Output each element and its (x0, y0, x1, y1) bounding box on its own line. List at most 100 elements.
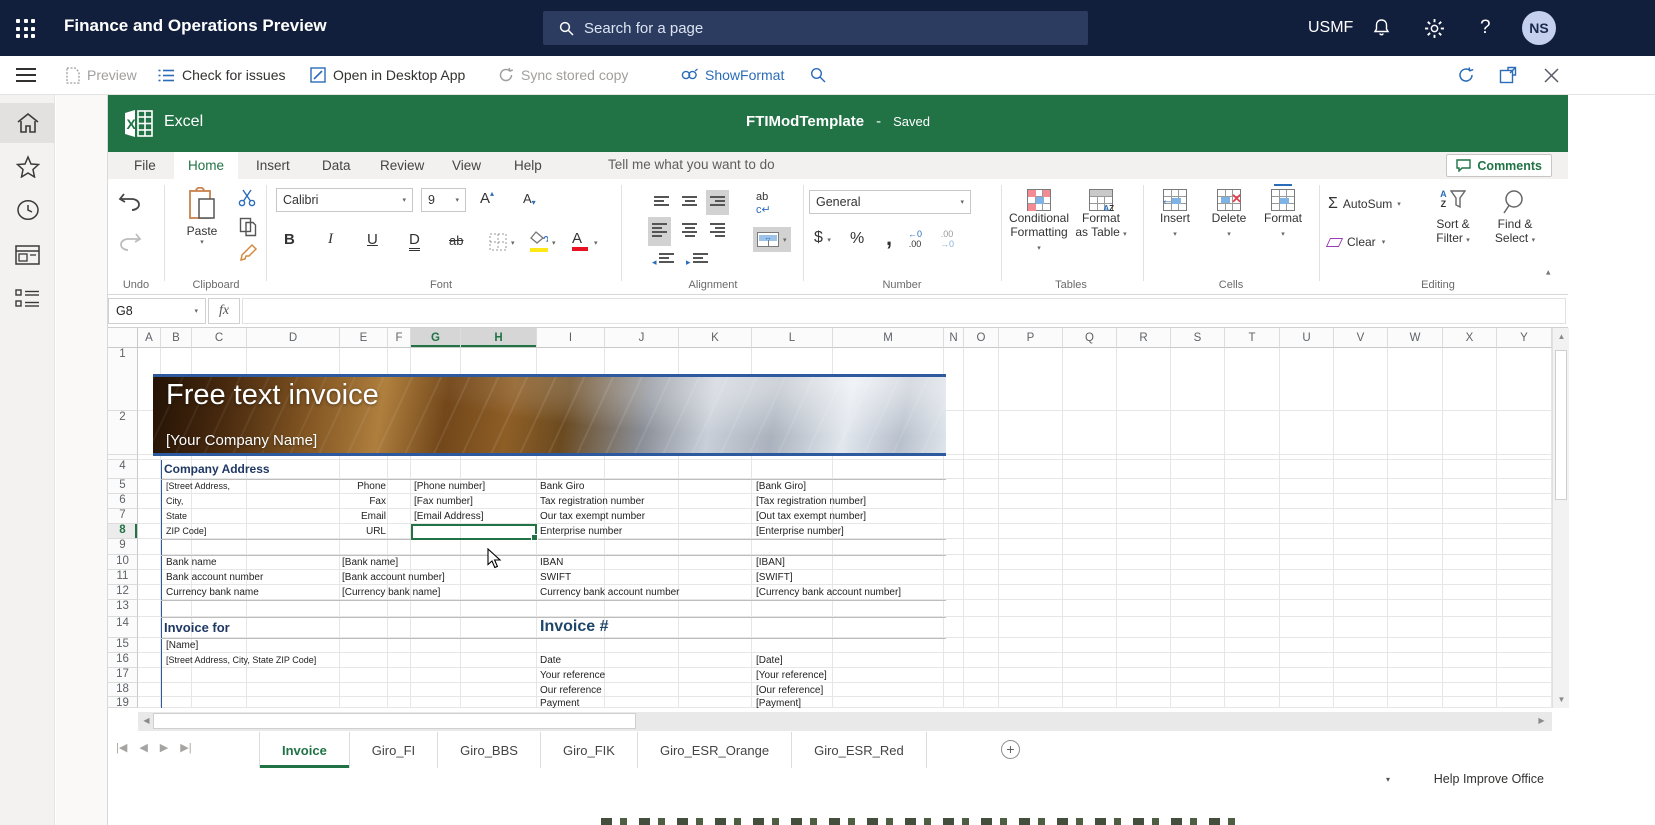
row-header-18[interactable]: 18 (108, 683, 138, 697)
cell-tax-reg-label[interactable]: Tax registration number (540, 496, 645, 507)
decrease-indent-button[interactable]: ◂ (652, 251, 674, 268)
row-header-1[interactable]: 1 (108, 348, 138, 411)
paste-button[interactable]: Paste ▾ (180, 186, 224, 246)
cell-iban-value[interactable]: [IBAN] (756, 557, 785, 568)
delete-cells-button[interactable]: ✕ Delete ▾ (1204, 189, 1254, 242)
row-header-12[interactable]: 12 (108, 585, 138, 600)
row-header-5[interactable]: 5 (108, 479, 138, 494)
first-sheet-icon[interactable]: |◀ (116, 741, 127, 754)
sidebar-workspaces-icon[interactable] (0, 235, 55, 275)
fx-button[interactable]: fx (208, 298, 240, 324)
column-header-C[interactable]: C (192, 328, 247, 348)
active-cell-selection[interactable] (411, 524, 538, 541)
column-header-P[interactable]: P (999, 328, 1063, 348)
show-format-button[interactable]: ShowFormat (681, 56, 784, 94)
autosum-button[interactable]: Σ AutoSum ▾ (1328, 195, 1401, 213)
cell-our-ref-label[interactable]: Our reference (540, 685, 602, 696)
cell-bank-giro-value[interactable]: [Bank Giro] (756, 481, 806, 492)
formula-input[interactable] (242, 298, 1566, 324)
fill-color-button[interactable] (530, 231, 549, 252)
row-header-2[interactable]: 2 (108, 411, 138, 455)
help-icon[interactable]: ? (1480, 0, 1491, 56)
column-header-U[interactable]: U (1280, 328, 1334, 348)
fill-color-caret[interactable]: ▾ (552, 239, 556, 247)
column-header-N[interactable]: N (944, 328, 964, 348)
font-size-combo[interactable]: 9 ▾ (421, 188, 466, 212)
hamburger-menu-icon[interactable] (16, 68, 36, 82)
sheet-tab-giro_bbs[interactable]: Giro_BBS (438, 732, 541, 768)
horizontal-scrollbar[interactable]: ◀ ▶ (138, 712, 1552, 731)
open-new-window-icon[interactable] (1499, 56, 1517, 94)
cell-email-label[interactable]: Email (334, 511, 386, 522)
column-header-W[interactable]: W (1388, 328, 1443, 348)
row-header-6[interactable]: 6 (108, 494, 138, 509)
cell-company-address-heading[interactable]: Company Address (164, 462, 270, 476)
sheet-tab-giro_fik[interactable]: Giro_FIK (541, 732, 638, 768)
cell-date-label[interactable]: Date (540, 655, 561, 666)
strikethrough-button[interactable]: ab (449, 233, 463, 248)
tab-insert[interactable]: Insert (242, 152, 304, 179)
font-color-caret[interactable]: ▾ (594, 239, 598, 247)
tab-home[interactable]: Home (174, 152, 239, 179)
column-header-F[interactable]: F (388, 328, 411, 348)
vertical-scrollbar[interactable]: ▲ ▼ (1552, 328, 1569, 708)
cell-your-ref-label[interactable]: Your reference (540, 670, 605, 681)
doc-name[interactable]: FTIModTemplate (746, 113, 864, 130)
cut-button[interactable] (238, 189, 258, 210)
column-header-G[interactable]: G (411, 328, 461, 348)
waffle-icon[interactable] (16, 19, 36, 39)
middle-align-button[interactable] (682, 194, 697, 211)
cell-invoice-for-heading[interactable]: Invoice for (164, 620, 230, 635)
tab-help[interactable]: Help (500, 152, 556, 179)
top-align-button[interactable] (654, 194, 669, 211)
cell-payment-label[interactable]: Payment (540, 698, 579, 708)
column-header-E[interactable]: E (340, 328, 388, 348)
footer-caret-icon[interactable]: ▾ (1386, 775, 1390, 784)
column-header-J[interactable]: J (605, 328, 679, 348)
row-header-14[interactable]: 14 (108, 617, 138, 638)
sheet-tab-invoice[interactable]: Invoice (259, 732, 350, 768)
cell-url-label[interactable]: URL (334, 526, 386, 537)
row-header-10[interactable]: 10 (108, 555, 138, 570)
sidebar-favorites-star-icon[interactable] (0, 146, 55, 186)
borders-caret[interactable]: ▾ (511, 239, 515, 247)
grow-font-button[interactable]: A▴ (480, 189, 494, 207)
sidebar-home-icon[interactable] (0, 103, 55, 143)
column-header-O[interactable]: O (964, 328, 999, 348)
format-as-table-button[interactable]: AZ Format as Table ▾ (1070, 189, 1132, 242)
format-painter-button[interactable] (239, 241, 259, 264)
tab-file[interactable]: File (120, 152, 170, 179)
cell-iban-label[interactable]: IBAN (540, 557, 563, 568)
cell-invoice-address[interactable]: [Street Address, City, State ZIP Code] (166, 655, 316, 665)
tab-data[interactable]: Data (308, 152, 365, 179)
cell-currency-bank-value[interactable]: [Currency bank name] (342, 587, 440, 598)
open-in-desktop-app-button[interactable]: Open in Desktop App (310, 56, 465, 94)
increase-indent-button[interactable]: ▸ (686, 251, 708, 268)
column-header-D[interactable]: D (247, 328, 340, 348)
insert-cells-button[interactable]: ← Insert ▾ (1150, 189, 1200, 242)
refresh-icon[interactable] (1457, 56, 1475, 94)
row-header-4[interactable]: 4 (108, 460, 138, 479)
wrap-text-button[interactable]: ab c↵ (756, 191, 771, 216)
cell-bank-name-label[interactable]: Bank name (166, 557, 217, 568)
undo-button[interactable] (118, 191, 142, 214)
font-color-button[interactable]: A (572, 230, 588, 251)
cell-address-line2[interactable]: City, (166, 496, 183, 506)
column-header-V[interactable]: V (1334, 328, 1388, 348)
bold-button[interactable]: B (284, 231, 295, 248)
cell-your-ref-value[interactable]: [Your reference] (756, 670, 827, 681)
column-header-T[interactable]: T (1225, 328, 1280, 348)
column-header-X[interactable]: X (1443, 328, 1497, 348)
cell-invoice-name[interactable]: [Name] (166, 640, 198, 651)
tab-review[interactable]: Review (366, 152, 438, 179)
last-sheet-icon[interactable]: ▶| (180, 741, 191, 754)
close-icon[interactable] (1544, 56, 1559, 94)
column-header-Q[interactable]: Q (1063, 328, 1117, 348)
column-header-Y[interactable]: Y (1497, 328, 1552, 348)
cell-bank-account-value[interactable]: [Bank account number] (342, 572, 445, 583)
add-sheet-button[interactable]: + (1001, 740, 1020, 759)
cell-currency-bank-label[interactable]: Currency bank name (166, 587, 259, 598)
row-header-17[interactable]: 17 (108, 668, 138, 683)
column-header-R[interactable]: R (1117, 328, 1171, 348)
cell-our-ref-value[interactable]: [Our reference] (756, 685, 823, 696)
